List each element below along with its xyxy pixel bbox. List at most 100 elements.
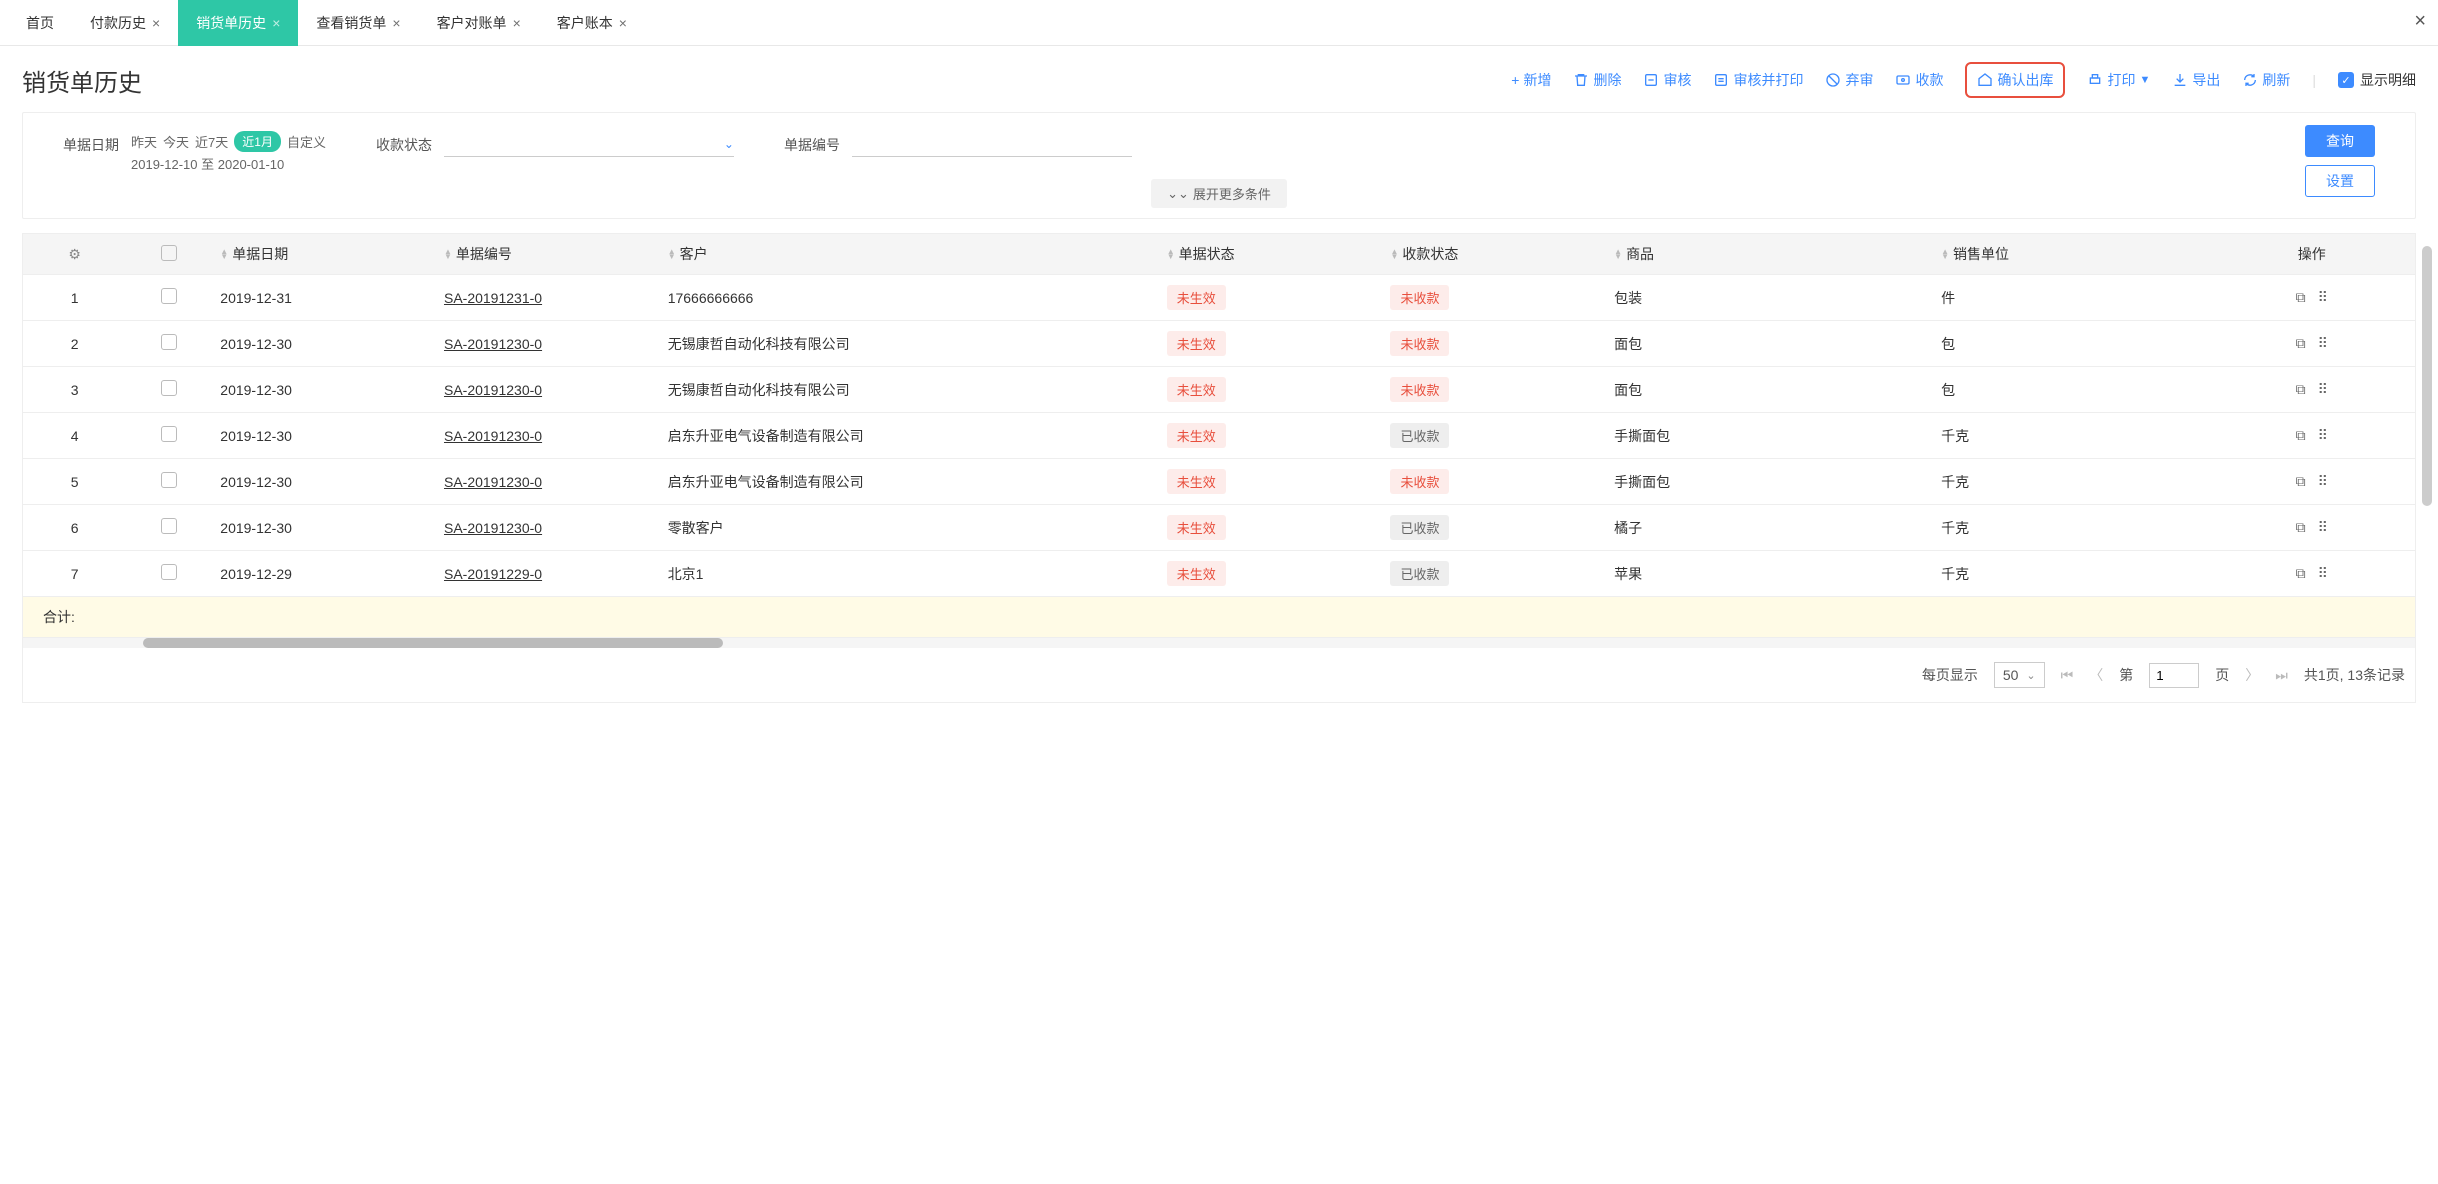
add-button[interactable]: +新增 <box>1511 70 1551 90</box>
stamp-icon <box>1643 72 1659 88</box>
col-status-header[interactable]: ▲▼单据状态 <box>1167 244 1375 264</box>
select-all-checkbox[interactable] <box>161 245 177 261</box>
row-checkbox[interactable] <box>161 426 177 442</box>
stamp-print-icon <box>1713 72 1729 88</box>
row-index: 5 <box>23 459 126 505</box>
cell-code-link[interactable]: SA-20191230-0 <box>444 336 542 352</box>
view-icon[interactable]: ⧉ <box>2296 519 2306 536</box>
date-quick-1month[interactable]: 近1月 <box>234 131 281 152</box>
per-page-label: 每页显示 <box>1922 665 1978 685</box>
status-badge: 未生效 <box>1167 423 1226 448</box>
cell-code-link[interactable]: SA-20191231-0 <box>444 290 542 306</box>
show-detail-toggle[interactable]: ✓显示明细 <box>2338 70 2416 90</box>
last-page-button[interactable]: ⏭ <box>2275 667 2288 684</box>
confirm-outbound-button[interactable]: 确认出库 <box>1965 62 2065 98</box>
print-button[interactable]: 打印▼ <box>2087 70 2150 90</box>
expand-filters-button[interactable]: ⌄⌄展开更多条件 <box>1151 179 1287 208</box>
tab-payment-history[interactable]: 付款历史× <box>72 0 178 46</box>
more-icon[interactable]: ⠿ <box>2318 381 2328 398</box>
next-page-button[interactable]: 〉 <box>2245 665 2259 685</box>
table-row: 3 2019-12-30 SA-20191230-0 无锡康哲自动化科技有限公司未生效… <box>23 367 2415 413</box>
more-icon[interactable]: ⠿ <box>2318 519 2328 536</box>
view-icon[interactable]: ⧉ <box>2296 473 2306 490</box>
close-icon[interactable]: × <box>619 15 627 31</box>
close-all-icon[interactable]: × <box>2414 10 2426 33</box>
table-row: 12019-12-31SA-20191231-017666666666未生效未收… <box>23 275 2415 321</box>
row-checkbox[interactable] <box>161 334 177 350</box>
export-button[interactable]: 导出 <box>2172 70 2220 90</box>
cell-date: 2019-12-30 <box>212 367 436 413</box>
reject-button[interactable]: 弃审 <box>1825 70 1873 90</box>
cell-code-link[interactable]: SA-20191229-0 <box>444 566 542 582</box>
view-icon[interactable]: ⧉ <box>2296 381 2306 398</box>
printer-icon <box>2087 72 2103 88</box>
more-icon[interactable]: ⠿ <box>2318 427 2328 444</box>
horizontal-scrollbar[interactable] <box>23 638 2415 648</box>
row-index: 6 <box>23 505 126 551</box>
row-index: 3 <box>23 367 126 413</box>
cell-code-link[interactable]: SA-20191230-0 <box>444 474 542 490</box>
vertical-scrollbar[interactable] <box>2422 246 2432 506</box>
close-icon[interactable]: × <box>513 15 521 31</box>
view-icon[interactable]: ⧉ <box>2296 289 2306 306</box>
date-quick-custom[interactable]: 自定义 <box>287 132 326 151</box>
row-checkbox[interactable] <box>161 518 177 534</box>
view-icon[interactable]: ⧉ <box>2296 335 2306 352</box>
view-icon[interactable]: ⧉ <box>2296 565 2306 582</box>
pay-status-badge: 已收款 <box>1390 561 1449 586</box>
close-icon[interactable]: × <box>272 15 280 31</box>
tab-customer-statement[interactable]: 客户对账单× <box>419 0 539 46</box>
col-product-header[interactable]: ▲▼商品 <box>1614 244 1925 264</box>
date-quick-yesterday[interactable]: 昨天 <box>131 132 157 151</box>
tab-sales-history[interactable]: 销货单历史× <box>178 0 298 46</box>
status-badge: 未生效 <box>1167 377 1226 402</box>
more-icon[interactable]: ⠿ <box>2318 565 2328 582</box>
col-customer-header[interactable]: ▲▼客户 <box>668 244 1151 264</box>
row-checkbox[interactable] <box>161 564 177 580</box>
close-icon[interactable]: × <box>152 15 160 31</box>
refresh-button[interactable]: 刷新 <box>2242 70 2290 90</box>
export-icon <box>2172 72 2188 88</box>
tab-view-sales[interactable]: 查看销货单× <box>298 0 418 46</box>
col-date-header[interactable]: ▲▼单据日期 <box>220 244 428 264</box>
audit-button[interactable]: 审核 <box>1643 70 1691 90</box>
prev-page-button[interactable]: 〈 <box>2089 665 2103 685</box>
query-button[interactable]: 查询 <box>2305 125 2375 157</box>
view-icon[interactable]: ⧉ <box>2296 427 2306 444</box>
cell-code-link[interactable]: SA-20191230-0 <box>444 382 542 398</box>
more-icon[interactable]: ⠿ <box>2318 289 2328 306</box>
row-checkbox[interactable] <box>161 472 177 488</box>
col-unit-header[interactable]: ▲▼销售单位 <box>1941 244 2200 264</box>
date-quick-today[interactable]: 今天 <box>163 132 189 151</box>
cell-customer: 无锡康哲自动化科技有限公司 <box>660 367 1159 413</box>
first-page-button[interactable]: ⏮ <box>2061 667 2074 684</box>
row-checkbox[interactable] <box>161 288 177 304</box>
settings-button[interactable]: 设置 <box>2305 165 2375 197</box>
audit-print-button[interactable]: 审核并打印 <box>1713 70 1803 90</box>
cell-code-link[interactable]: SA-20191230-0 <box>444 520 542 536</box>
gear-icon[interactable]: ⚙ <box>68 246 81 262</box>
per-page-select[interactable]: 50⌄ <box>1994 662 2045 688</box>
pay-status-select[interactable]: ⌄ <box>444 131 734 157</box>
cell-customer: 17666666666 <box>660 275 1159 321</box>
more-icon[interactable]: ⠿ <box>2318 335 2328 352</box>
cell-customer: 无锡康哲自动化科技有限公司 <box>660 321 1159 367</box>
chevron-down-icon: ▼ <box>2139 74 2150 86</box>
row-checkbox[interactable] <box>161 380 177 396</box>
col-code-header[interactable]: ▲▼单据编号 <box>444 244 652 264</box>
page-input[interactable] <box>2149 663 2199 688</box>
tab-customer-ledger[interactable]: 客户账本× <box>539 0 645 46</box>
filter-code: 单据编号 <box>784 131 1132 157</box>
tab-home[interactable]: 首页 <box>8 0 72 46</box>
cell-product: 手撕面包 <box>1606 413 1933 459</box>
col-pay-header[interactable]: ▲▼收款状态 <box>1390 244 1598 264</box>
code-input[interactable] <box>852 131 1132 157</box>
date-range-display[interactable]: 2019-12-10 至 2020-01-10 <box>131 154 326 173</box>
date-quick-7days[interactable]: 近7天 <box>195 132 228 151</box>
house-icon <box>1977 72 1993 88</box>
receive-button[interactable]: 收款 <box>1895 70 1943 90</box>
close-icon[interactable]: × <box>392 15 400 31</box>
delete-button[interactable]: 删除 <box>1573 70 1621 90</box>
cell-code-link[interactable]: SA-20191230-0 <box>444 428 542 444</box>
more-icon[interactable]: ⠿ <box>2318 473 2328 490</box>
